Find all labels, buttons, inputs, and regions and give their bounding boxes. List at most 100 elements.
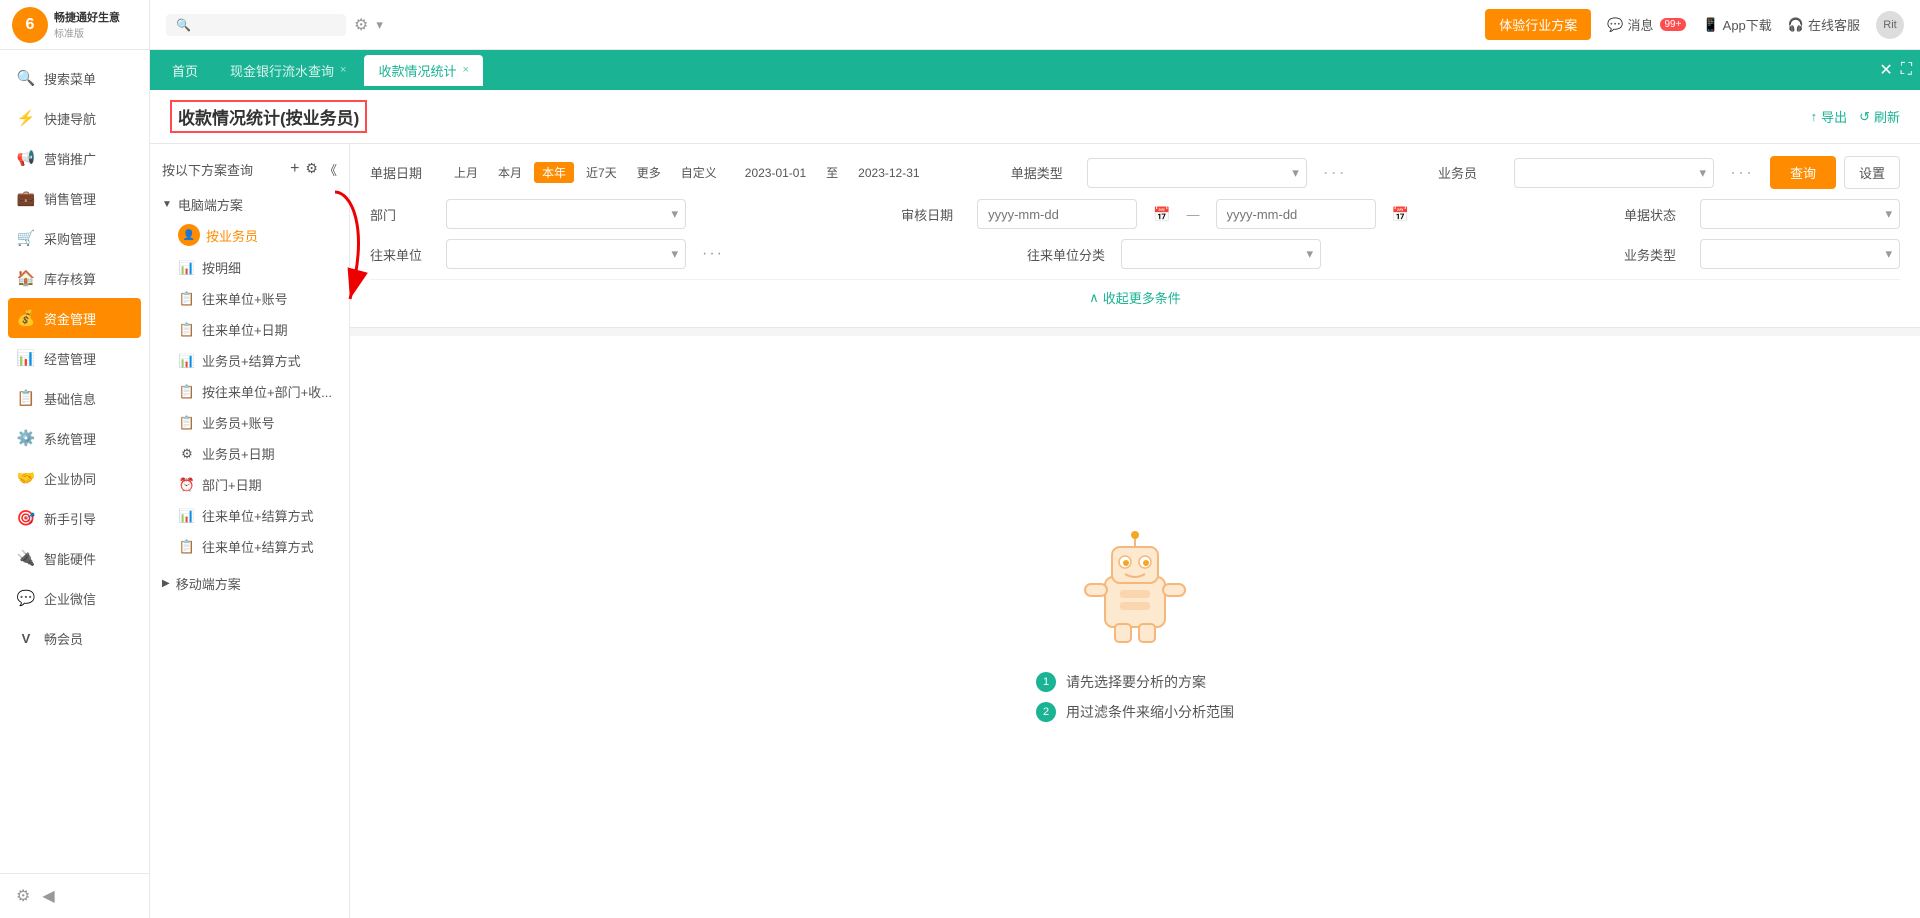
panel-collapse-icon[interactable]: 《 (324, 160, 337, 179)
panel-item-partner-date[interactable]: 📋 往来单位+日期 (150, 314, 349, 345)
panel-add-icon[interactable]: + (290, 160, 299, 179)
topbar-left: 🔍 ⚙ ▾ (166, 14, 383, 36)
tab-bank[interactable]: 现金银行流水查询 × (216, 55, 360, 86)
export-button[interactable]: ↑ 导出 (1811, 107, 1848, 126)
footer-settings-icon[interactable]: ⚙ (16, 886, 30, 906)
download-icon: 📱 (1702, 17, 1718, 33)
sidebar-item-cooperation[interactable]: 🤝 企业协同 (0, 458, 149, 498)
dropdown-arrow-icon[interactable]: ▾ (376, 17, 383, 33)
date-option-more[interactable]: 更多 (629, 162, 669, 183)
date-option-this-year[interactable]: 本年 (534, 162, 574, 183)
dept-select[interactable] (446, 199, 686, 229)
tab-receipt[interactable]: 收款情况统计 × (364, 55, 482, 86)
sidebar-item-wechat[interactable]: 💬 企业微信 (0, 578, 149, 618)
audit-end-input[interactable] (1216, 199, 1376, 229)
settings-gear-icon[interactable]: ⚙ (354, 15, 368, 35)
panel-item-salesman-date[interactable]: ⚙ 业务员+日期 (150, 438, 349, 469)
sidebar-item-sales[interactable]: 💼 销售管理 (0, 178, 149, 218)
salesman-select[interactable] (1514, 158, 1714, 188)
business-icon: 📊 (16, 348, 36, 368)
sidebar-item-newbie[interactable]: 🎯 新手引导 (0, 498, 149, 538)
audit-start-input[interactable] (977, 199, 1137, 229)
panel-settings-icon[interactable]: ⚙ (305, 160, 318, 179)
message-label: 消息 (1627, 15, 1653, 34)
dept-select-wrapper (446, 199, 686, 229)
logo-area: 6 畅捷通好生意 标准版 (0, 0, 149, 50)
panel-item-partner-settlement1[interactable]: 📊 往来单位+结算方式 (150, 500, 349, 531)
sidebar-item-member[interactable]: V 畅会员 (0, 618, 149, 658)
message-badge: 99+ (1660, 18, 1687, 31)
collapse-conditions[interactable]: ∧ 收起更多条件 (370, 279, 1900, 315)
empty-illustration (1070, 522, 1200, 652)
sidebar-item-quicknav[interactable]: ⚡ 快捷导航 (0, 98, 149, 138)
partner-settlement1-icon: 📊 (178, 507, 196, 525)
panel-item-by-detail[interactable]: 📊 按明细 (150, 252, 349, 283)
sidebar-item-business[interactable]: 📊 经营管理 (0, 338, 149, 378)
left-panel: 按以下方案查询 + ⚙ 《 ▼ 电脑端方案 👤 (150, 144, 350, 918)
settings-button[interactable]: 设置 (1844, 156, 1900, 189)
panel-item-partner-account[interactable]: 📋 往来单位+账号 (150, 283, 349, 314)
marketing-icon: 📢 (16, 148, 36, 168)
user-area[interactable]: Rit (1876, 11, 1904, 39)
business-type-select[interactable] (1700, 239, 1900, 269)
desktop-section-label: 电脑端方案 (178, 195, 243, 214)
audit-date-label: 审核日期 (901, 205, 961, 224)
doc-type-select[interactable] (1087, 158, 1307, 188)
partner-select[interactable] (446, 239, 686, 269)
date-option-last7[interactable]: 近7天 (578, 162, 625, 183)
date-option-this-month[interactable]: 本月 (490, 162, 530, 183)
partner-more-dots[interactable]: ··· (702, 245, 724, 263)
query-button[interactable]: 查询 (1770, 156, 1836, 189)
filter-actions: 查询 设置 (1770, 156, 1900, 189)
audit-start-calendar-icon[interactable]: 📅 (1153, 206, 1170, 223)
business-type-select-wrapper (1700, 239, 1900, 269)
tab-bank-close-icon[interactable]: × (340, 64, 346, 76)
detail-icon: 📊 (178, 259, 196, 277)
empty-step-1: 1 请先选择要分析的方案 (1036, 672, 1234, 692)
mobile-arrow-icon: ▶ (162, 578, 170, 589)
desktop-section-title[interactable]: ▼ 电脑端方案 (150, 191, 349, 218)
newbie-icon: 🎯 (16, 508, 36, 528)
sidebar: 6 畅捷通好生意 标准版 🔍 搜索菜单 ⚡ 快捷导航 📢 营销推广 💼 销售管理… (0, 0, 150, 918)
filter-row-3: 往来单位 ··· 往来单位分类 业务类型 (370, 239, 1900, 269)
sidebar-item-basic[interactable]: 📋 基础信息 (0, 378, 149, 418)
doc-type-more-dots[interactable]: ··· (1323, 162, 1347, 183)
date-option-custom[interactable]: 自定义 (673, 162, 725, 183)
date-option-last-month[interactable]: 上月 (446, 162, 486, 183)
tab-receipt-close-icon[interactable]: × (462, 64, 468, 76)
sidebar-item-marketing[interactable]: 📢 营销推广 (0, 138, 149, 178)
tab-maximize-icon[interactable]: ⛶ (1901, 61, 1912, 79)
online-service-area[interactable]: 🎧 在线客服 (1788, 15, 1860, 34)
message-area[interactable]: 💬 消息 99+ (1607, 15, 1686, 34)
app-download-area[interactable]: 📱 App下载 (1702, 15, 1771, 34)
footer-collapse-icon[interactable]: ◀ (42, 886, 54, 906)
tab-close-all-icon[interactable]: ✕ (1879, 60, 1892, 80)
sidebar-item-warehouse[interactable]: 🏠 库存核算 (0, 258, 149, 298)
salesman-more-dots[interactable]: ··· (1730, 162, 1754, 183)
search-box[interactable]: 🔍 (166, 14, 346, 36)
sidebar-item-hardware[interactable]: 🔌 智能硬件 (0, 538, 149, 578)
panel-item-partner-dept[interactable]: 📋 按往来单位+部门+收... (150, 376, 349, 407)
mobile-section: ▶ 移动端方案 (150, 566, 349, 601)
panel-item-dept-date[interactable]: ⏰ 部门+日期 (150, 469, 349, 500)
sidebar-item-purchase[interactable]: 🛒 采购管理 (0, 218, 149, 258)
refresh-button[interactable]: ↺ 刷新 (1859, 107, 1900, 126)
sidebar-item-search[interactable]: 🔍 搜索菜单 (0, 58, 149, 98)
sidebar-label-quicknav: 快捷导航 (44, 109, 96, 128)
panel-item-salesman-settlement[interactable]: 📊 业务员+结算方式 (150, 345, 349, 376)
audit-end-calendar-icon[interactable]: 📅 (1392, 206, 1409, 223)
partner-category-select[interactable] (1121, 239, 1321, 269)
sidebar-item-finance[interactable]: 💰 资金管理 (8, 298, 141, 338)
right-panel: 单据日期 上月 本月 本年 近7天 更多 自定义 2023-01-01 至 20… (350, 144, 1920, 918)
sales-icon: 💼 (16, 188, 36, 208)
panel-item-partner-settlement2[interactable]: 📋 往来单位+结算方式 (150, 531, 349, 562)
tab-home[interactable]: 首页 (158, 55, 212, 86)
sidebar-item-system[interactable]: ⚙️ 系统管理 (0, 418, 149, 458)
panel-item-by-salesman[interactable]: 👤 按业务员 (150, 218, 349, 252)
logo-text-area: 畅捷通好生意 标准版 (54, 9, 120, 40)
doc-type-select-wrapper (1087, 158, 1307, 188)
trial-button[interactable]: 体验行业方案 (1485, 9, 1591, 40)
doc-status-select[interactable] (1700, 199, 1900, 229)
panel-item-salesman-account[interactable]: 📋 业务员+账号 (150, 407, 349, 438)
mobile-section-title[interactable]: ▶ 移动端方案 (150, 570, 349, 597)
